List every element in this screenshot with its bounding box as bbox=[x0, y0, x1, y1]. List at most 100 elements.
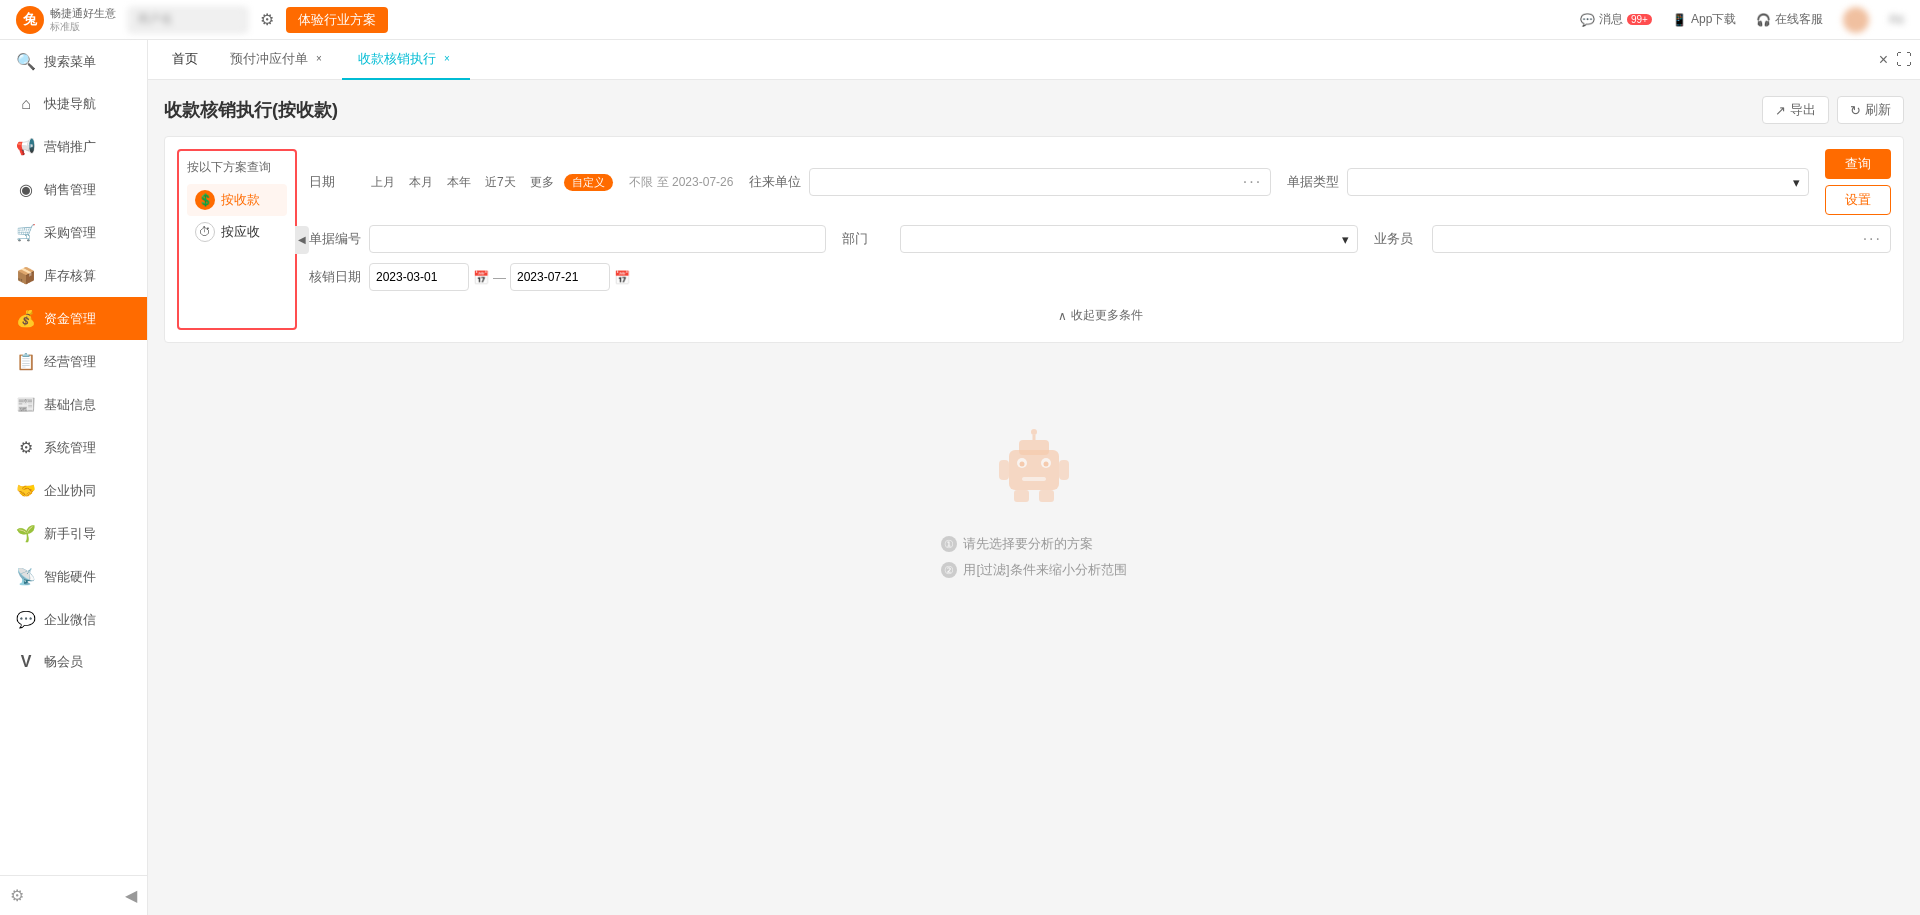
close-tab-btn[interactable]: × bbox=[1879, 51, 1888, 69]
sidebar-label-search: 搜索菜单 bbox=[44, 53, 96, 71]
department-field: 部门 ▾ bbox=[842, 225, 1359, 253]
sidebar-item-enterprise-collab[interactable]: 🤝 企业协同 bbox=[0, 469, 147, 512]
svg-point-7 bbox=[1044, 462, 1049, 467]
home-icon: ⌂ bbox=[16, 95, 36, 113]
tab-receipt-verification[interactable]: 收款核销执行 × bbox=[342, 40, 470, 80]
gear-button[interactable]: ⚙ bbox=[260, 10, 274, 29]
message-badge-item[interactable]: 💬 消息 99+ bbox=[1580, 11, 1652, 28]
sidebar-label-beginner: 新手引导 bbox=[44, 525, 96, 543]
sidebar-item-operations[interactable]: 📋 经营管理 bbox=[0, 340, 147, 383]
tab-prepay-close[interactable]: × bbox=[312, 52, 326, 66]
search-input[interactable] bbox=[128, 7, 248, 33]
sidebar-item-search-menu[interactable]: 🔍 搜索菜单 bbox=[0, 40, 147, 83]
svg-rect-12 bbox=[1039, 490, 1054, 502]
sidebar-item-inventory[interactable]: 📦 库存核算 bbox=[0, 254, 147, 297]
sidebar-item-wechat[interactable]: 💬 企业微信 bbox=[0, 598, 147, 641]
sidebar-item-member[interactable]: V 畅会员 bbox=[0, 641, 147, 683]
sidebar-item-beginner[interactable]: 🌱 新手引导 bbox=[0, 512, 147, 555]
system-icon: ⚙ bbox=[16, 438, 36, 457]
svg-rect-8 bbox=[1022, 477, 1046, 481]
online-service-item[interactable]: 🎧 在线客服 bbox=[1756, 11, 1823, 28]
department-select[interactable]: ▾ bbox=[900, 225, 1359, 253]
setting-btn[interactable]: 设置 bbox=[1825, 185, 1891, 215]
docno-input[interactable] bbox=[369, 225, 826, 253]
member-icon: V bbox=[16, 653, 36, 671]
filter-btn-group: 查询 设置 bbox=[1825, 149, 1891, 215]
sidebar-item-basic-info[interactable]: 📰 基础信息 bbox=[0, 383, 147, 426]
filter-collapse-btn[interactable]: ◀ bbox=[295, 226, 309, 254]
query-btn[interactable]: 查询 bbox=[1825, 149, 1891, 179]
filter-sidebar-title: 按以下方案查询 bbox=[187, 159, 287, 176]
verification-start-date[interactable] bbox=[369, 263, 469, 291]
tab-receipt-close[interactable]: × bbox=[440, 52, 454, 66]
svg-point-3 bbox=[1031, 429, 1037, 435]
message-icon: 💬 bbox=[1580, 13, 1595, 27]
cal-end-icon[interactable]: 📅 bbox=[614, 270, 630, 285]
filter-option-receivable[interactable]: ⏱ 按应收 bbox=[187, 216, 287, 248]
headset-icon: 🎧 bbox=[1756, 13, 1771, 27]
staff-select[interactable]: ··· bbox=[1432, 225, 1891, 253]
sidebar-item-system[interactable]: ⚙ 系统管理 bbox=[0, 426, 147, 469]
collab-icon: 🤝 bbox=[16, 481, 36, 500]
empty-state: 请先选择要分析的方案 用[过滤]条件来缩小分析范围 bbox=[164, 355, 1904, 643]
header-left: 兔 畅捷通好生意 标准版 ⚙ 体验行业方案 bbox=[16, 6, 388, 34]
sidebar-settings-btn[interactable]: ⚙ bbox=[10, 886, 24, 905]
custom-date-tag[interactable]: 自定义 bbox=[564, 174, 613, 191]
date-label: 日期 bbox=[309, 173, 359, 191]
this-year-btn[interactable]: 本年 bbox=[443, 172, 475, 193]
trial-btn[interactable]: 体验行业方案 bbox=[286, 7, 388, 33]
counterparty-input[interactable]: ··· bbox=[809, 168, 1271, 196]
export-btn[interactable]: ↗ 导出 bbox=[1762, 96, 1829, 124]
doctype-field: 单据类型 ▾ bbox=[1287, 168, 1809, 196]
tab-home[interactable]: 首页 bbox=[156, 40, 214, 80]
app-name: 畅捷通好生意 标准版 bbox=[50, 6, 116, 33]
sidebar-item-sales[interactable]: ◉ 销售管理 bbox=[0, 168, 147, 211]
collapse-more-label: 收起更多条件 bbox=[1071, 307, 1143, 324]
sidebar-item-finance[interactable]: 💰 资金管理 bbox=[0, 297, 147, 340]
verification-date-range: 📅 — 📅 bbox=[369, 263, 630, 291]
tab-actions: × ⛶ bbox=[1879, 51, 1912, 69]
svg-rect-0 bbox=[1009, 450, 1059, 490]
cal-start-icon[interactable]: 📅 bbox=[473, 270, 489, 285]
svg-rect-10 bbox=[1059, 460, 1069, 480]
date-no-limit: 不限 bbox=[629, 174, 653, 191]
doctype-dropdown-icon: ▾ bbox=[1793, 175, 1800, 190]
maximize-tab-btn[interactable]: ⛶ bbox=[1896, 51, 1912, 69]
sidebar-label-hardware: 智能硬件 bbox=[44, 568, 96, 586]
sidebar-item-purchase[interactable]: 🛒 采购管理 bbox=[0, 211, 147, 254]
wechat-icon: 💬 bbox=[16, 610, 36, 629]
tab-receipt-label: 收款核销执行 bbox=[358, 50, 436, 68]
search-icon: 🔍 bbox=[16, 52, 36, 71]
logo-icon: 兔 bbox=[16, 6, 44, 34]
filter-option-receipt[interactable]: 💲 按收款 bbox=[187, 184, 287, 216]
collapse-up-icon: ∧ bbox=[1058, 309, 1067, 323]
collapse-more-btn[interactable]: ∧ 收起更多条件 bbox=[309, 301, 1891, 330]
more-date-btn[interactable]: 更多 bbox=[526, 172, 558, 193]
page-actions: ↗ 导出 ↻ 刷新 bbox=[1762, 96, 1904, 124]
refresh-btn[interactable]: ↻ 刷新 bbox=[1837, 96, 1904, 124]
sidebar-item-marketing[interactable]: 📢 营销推广 bbox=[0, 125, 147, 168]
docno-field: 单据编号 bbox=[309, 225, 826, 253]
sidebar-label-inventory: 库存核算 bbox=[44, 267, 96, 285]
staff-more-icon: ··· bbox=[1863, 230, 1882, 248]
staff-label: 业务员 bbox=[1374, 230, 1424, 248]
filter-row-1: 日期 上月 本月 本年 近7天 更多 自定义 不限 bbox=[309, 149, 1891, 215]
verification-end-date[interactable] bbox=[510, 263, 610, 291]
tab-prepay[interactable]: 预付冲应付单 × bbox=[214, 40, 342, 80]
doctype-select[interactable]: ▾ bbox=[1347, 168, 1809, 196]
date-to: 至 2023-07-26 bbox=[657, 174, 734, 191]
sidebar-item-quick-nav[interactable]: ⌂ 快捷导航 bbox=[0, 83, 147, 125]
collapse-arrow-icon: ◀ bbox=[298, 234, 306, 245]
header-right: 💬 消息 99+ 📱 App下载 🎧 在线客服 Rit bbox=[1580, 7, 1904, 33]
app-download-item[interactable]: 📱 App下载 bbox=[1672, 11, 1736, 28]
last-7days-btn[interactable]: 近7天 bbox=[481, 172, 520, 193]
sidebar-item-hardware[interactable]: 📡 智能硬件 bbox=[0, 555, 147, 598]
verification-date-label: 核销日期 bbox=[309, 268, 361, 286]
filter-option-receipt-label: 按收款 bbox=[221, 191, 260, 209]
sidebar-collapse-btn[interactable]: ◀ bbox=[125, 886, 137, 905]
user-avatar[interactable] bbox=[1843, 7, 1869, 33]
last-month-btn[interactable]: 上月 bbox=[367, 172, 399, 193]
hardware-icon: 📡 bbox=[16, 567, 36, 586]
home-tab-label: 首页 bbox=[172, 50, 198, 68]
this-month-btn[interactable]: 本月 bbox=[405, 172, 437, 193]
